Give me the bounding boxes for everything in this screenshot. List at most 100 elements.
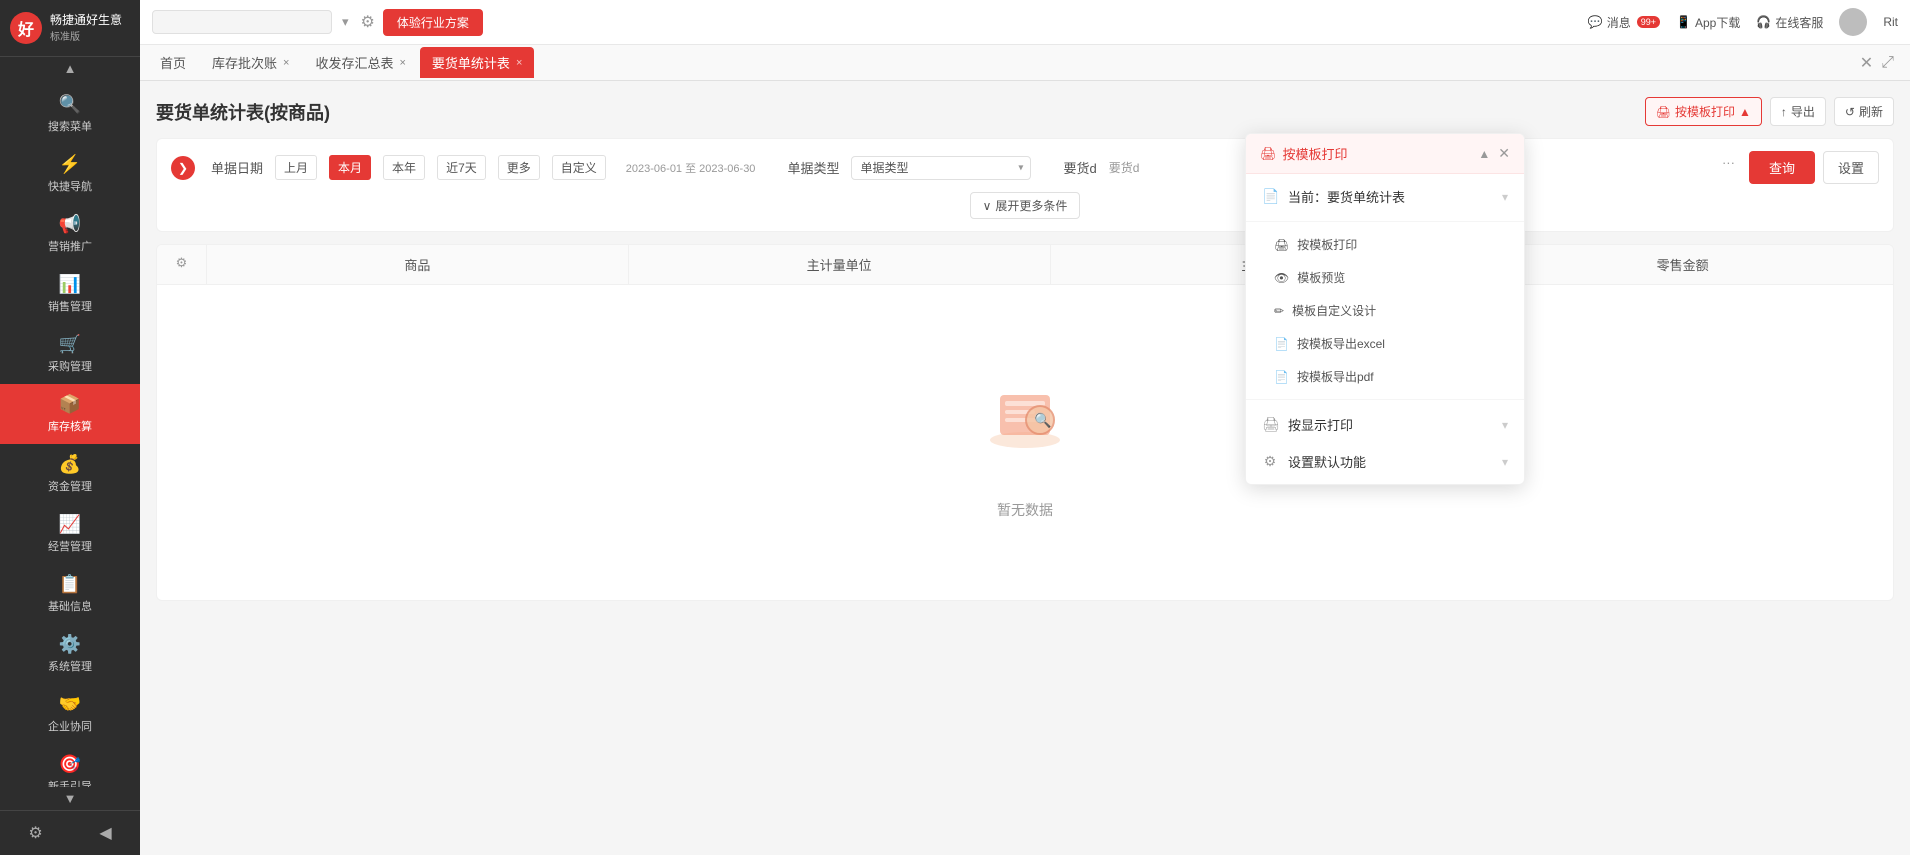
settings-footer-btn[interactable]: ⚙ xyxy=(20,819,50,847)
industry-btn[interactable]: 体验行业方案 xyxy=(383,9,483,36)
tab-order-stats[interactable]: 要货单统计表 × xyxy=(420,47,534,78)
template-preview-label: 模板预览 xyxy=(1297,269,1345,286)
th-settings[interactable]: ⚙ xyxy=(157,245,207,284)
tabbar-close-btn[interactable]: ✕ xyxy=(1860,53,1873,73)
collapse-footer-btn[interactable]: ◀ xyxy=(91,819,119,847)
th-unit: 主计量单位 xyxy=(629,245,1051,284)
page-title: 要货单统计表(按商品) xyxy=(156,99,330,125)
message-btn[interactable]: 💬 消息 99+ xyxy=(1588,14,1660,31)
sidebar-label-shortcut: 快捷导航 xyxy=(48,178,92,194)
dropdown-display-print[interactable]: 🖨 按显示打印 ▾ xyxy=(1246,406,1524,443)
sidebar-item-collab[interactable]: 🤝 企业协同 xyxy=(0,684,140,744)
basic-icon: 📋 xyxy=(59,574,81,595)
order-type-select[interactable]: 单据类型 xyxy=(851,156,1031,180)
app-download-btn[interactable]: 📱 App下载 xyxy=(1676,14,1740,31)
search-chevron-icon[interactable]: ▾ xyxy=(342,14,349,30)
dropdown-section-display: 🖨 按显示打印 ▾ ⚙ 设置默认功能 ▾ xyxy=(1246,402,1524,484)
user-avatar[interactable] xyxy=(1839,8,1867,36)
export-btn[interactable]: ↑ 导出 xyxy=(1770,97,1826,126)
template-print-label: 按模板打印 xyxy=(1297,236,1357,253)
sidebar-item-operation[interactable]: 📈 经营管理 xyxy=(0,504,140,564)
order-type-wrapper: 单据类型 ▾ xyxy=(851,156,1031,180)
page-actions: 🖨 按模板打印 ▲ ↑ 导出 ↺ 刷新 xyxy=(1645,97,1894,126)
dropdown-collapse-btn[interactable]: ▲ xyxy=(1478,147,1490,161)
dropdown-print-icon: 🖨 xyxy=(1260,146,1277,162)
tab-inventory-batch[interactable]: 库存批次账 × xyxy=(200,47,301,78)
sales-icon: 📊 xyxy=(59,274,81,295)
scroll-down-btn[interactable]: ▼ xyxy=(0,787,140,810)
order-type-label: 单据类型 xyxy=(787,158,839,177)
th-product: 商品 xyxy=(207,245,629,284)
topbar-gear-icon[interactable]: ⚙ xyxy=(361,12,375,32)
online-service-btn[interactable]: 🎧 在线客服 xyxy=(1756,14,1823,31)
date-btn-this-year[interactable]: 本年 xyxy=(383,155,425,180)
tabbar-expand-btn[interactable]: ⤢ xyxy=(1881,54,1894,72)
sidebar-item-guide[interactable]: 🎯 新手引导 xyxy=(0,744,140,787)
sidebar-item-purchase[interactable]: 🛒 采购管理 xyxy=(0,324,140,384)
dropdown-template-custom[interactable]: ✏ 模板自定义设计 xyxy=(1246,294,1524,327)
refresh-btn[interactable]: ↺ 刷新 xyxy=(1834,97,1894,126)
online-service-label: 在线客服 xyxy=(1775,14,1823,31)
operation-icon: 📈 xyxy=(59,514,81,535)
dropdown-close-btn[interactable]: ✕ xyxy=(1498,145,1510,162)
sidebar-footer: ⚙ ◀ xyxy=(0,810,140,855)
more-dots[interactable]: ··· xyxy=(1716,151,1741,184)
purchase-icon: 🛒 xyxy=(59,334,81,355)
sidebar-item-sales[interactable]: 📊 销售管理 xyxy=(0,264,140,324)
main-content: 要货单统计表(按商品) 🖨 按模板打印 ▲ ↑ 导出 ↺ 刷新 xyxy=(140,81,1910,855)
set-default-label: 设置默认功能 xyxy=(1288,452,1366,471)
expand-more-label: 展开更多条件 xyxy=(995,197,1067,214)
display-print-label: 按显示打印 xyxy=(1288,415,1353,434)
print-template-btn[interactable]: 🖨 按模板打印 ▲ xyxy=(1645,97,1762,126)
search-input[interactable] xyxy=(152,10,332,34)
th-retail-amount: 零售金额 xyxy=(1472,245,1893,284)
dropdown-current-item[interactable]: 📄 当前：要货单统计表 ▾ xyxy=(1246,178,1524,215)
date-btn-last-month[interactable]: 上月 xyxy=(275,155,317,180)
sidebar-label-marketing: 营销推广 xyxy=(48,238,92,254)
tab-receipt-summary[interactable]: 收发存汇总表 × xyxy=(303,47,417,78)
sidebar-item-search[interactable]: 🔍 搜索菜单 xyxy=(0,84,140,144)
sidebar-nav: 🔍 搜索菜单 ⚡ 快捷导航 📢 营销推广 📊 销售管理 🛒 采购管理 📦 库存核… xyxy=(0,80,140,787)
current-item-icon: 📄 xyxy=(1262,188,1278,205)
dropdown-template-preview[interactable]: 👁 模板预览 xyxy=(1246,261,1524,294)
display-print-icon: 🖨 xyxy=(1262,416,1278,433)
sidebar-item-finance[interactable]: 💰 资金管理 xyxy=(0,444,140,504)
app-download-label: App下载 xyxy=(1695,14,1740,31)
scroll-up-btn[interactable]: ▲ xyxy=(0,57,140,80)
date-btn-custom[interactable]: 自定义 xyxy=(552,155,606,180)
tab-order-stats-close[interactable]: × xyxy=(516,57,522,69)
dropdown-set-default[interactable]: ⚙ 设置默认功能 ▾ xyxy=(1246,443,1524,480)
sidebar-item-shortcut[interactable]: ⚡ 快捷导航 xyxy=(0,144,140,204)
page-header: 要货单统计表(按商品) 🖨 按模板打印 ▲ ↑ 导出 ↺ 刷新 xyxy=(156,97,1894,126)
expand-more-btn[interactable]: ∨ 展开更多条件 xyxy=(970,192,1081,219)
template-pdf-label: 按模板导出pdf xyxy=(1297,368,1374,385)
dropdown-template-excel[interactable]: 📄 按模板导出excel xyxy=(1246,327,1524,360)
sidebar-label-sales: 销售管理 xyxy=(48,298,92,314)
tab-order-stats-label: 要货单统计表 xyxy=(432,53,510,72)
expand-icon[interactable]: ❯ xyxy=(171,156,195,180)
print-chevron: ▲ xyxy=(1739,105,1751,119)
divider-1 xyxy=(1246,221,1524,222)
svg-text:🔍: 🔍 xyxy=(1034,411,1051,429)
template-print-icon: 🖨 xyxy=(1274,238,1289,252)
filter-expand-row: ∨ 展开更多条件 xyxy=(171,192,1879,219)
sidebar-label-purchase: 采购管理 xyxy=(48,358,92,374)
dropdown-template-pdf[interactable]: 📄 按模板导出pdf xyxy=(1246,360,1524,393)
tab-inventory-batch-close[interactable]: × xyxy=(283,57,289,69)
dropdown-template-print[interactable]: 🖨 按模板打印 xyxy=(1246,228,1524,261)
date-btn-7days[interactable]: 近7天 xyxy=(437,155,486,180)
date-btn-more[interactable]: 更多 xyxy=(498,155,540,180)
sidebar-item-marketing[interactable]: 📢 营销推广 xyxy=(0,204,140,264)
sidebar-item-basic[interactable]: 📋 基础信息 xyxy=(0,564,140,624)
guide-icon: 🎯 xyxy=(59,754,81,775)
shortcut-icon: ⚡ xyxy=(59,154,81,175)
search-icon: 🔍 xyxy=(59,94,81,115)
settings-btn[interactable]: 设置 xyxy=(1823,151,1879,184)
date-btn-this-month[interactable]: 本月 xyxy=(329,155,371,180)
query-btn[interactable]: 查询 xyxy=(1749,151,1815,184)
date-label: 单据日期 xyxy=(211,158,263,177)
sidebar-item-system[interactable]: ⚙️ 系统管理 xyxy=(0,624,140,684)
sidebar-item-inventory[interactable]: 📦 库存核算 xyxy=(0,384,140,444)
tab-home[interactable]: 首页 xyxy=(148,47,198,78)
tab-receipt-summary-close[interactable]: × xyxy=(399,57,405,69)
